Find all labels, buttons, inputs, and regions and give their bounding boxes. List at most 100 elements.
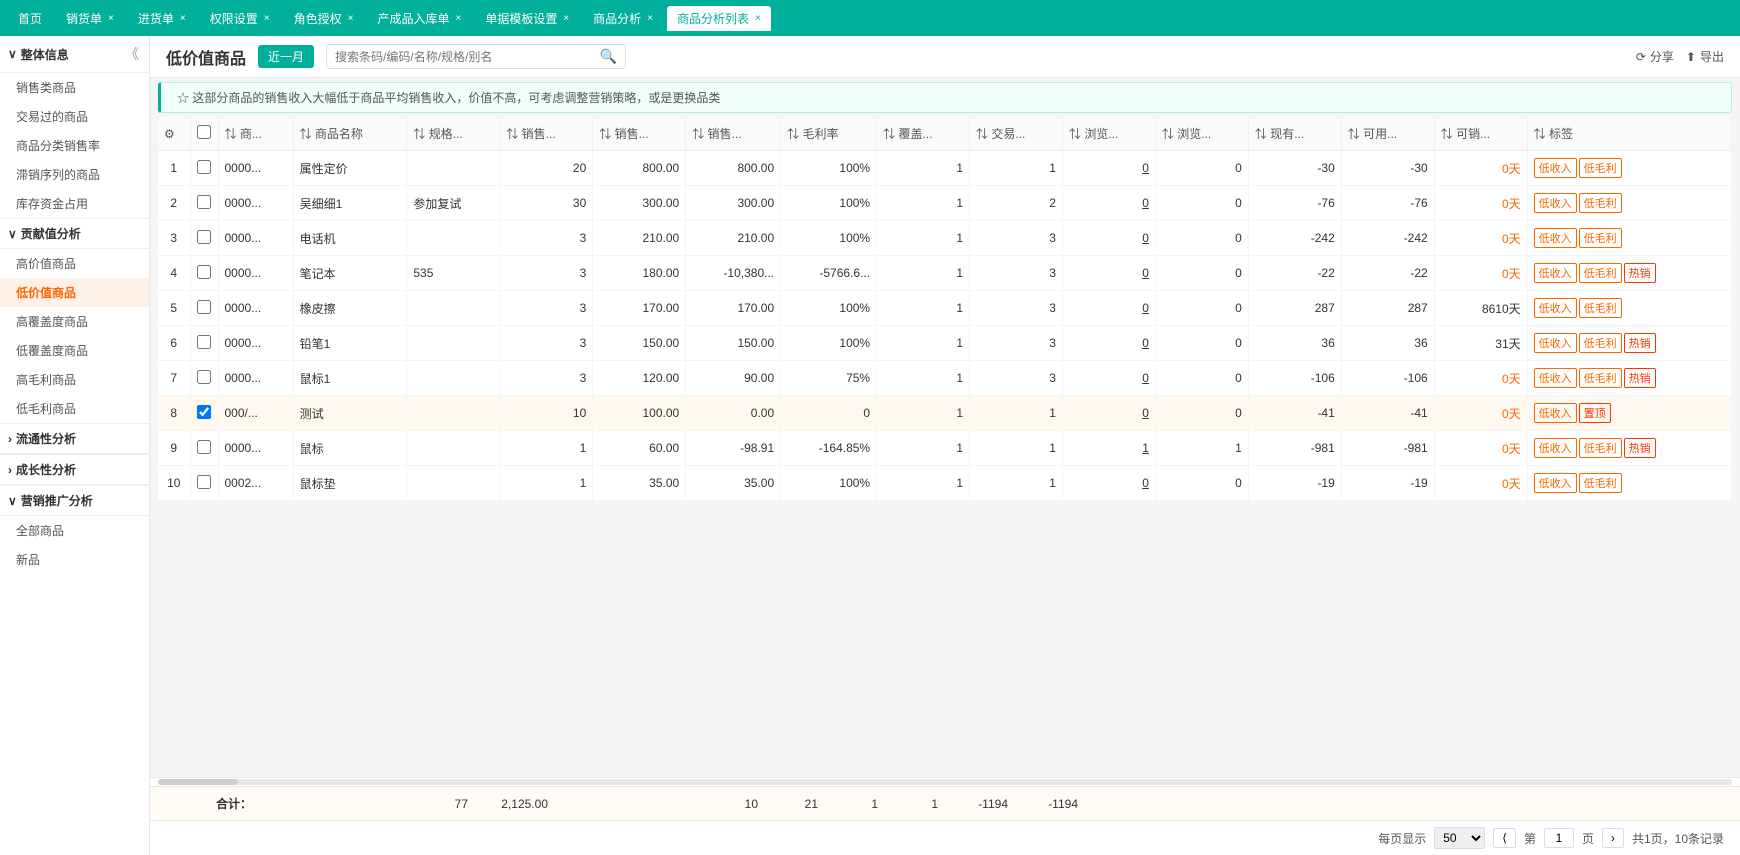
cell-checkbox[interactable]	[190, 151, 218, 186]
cell-browse2: 0	[1155, 326, 1248, 361]
row-checkbox-9[interactable]	[197, 475, 211, 489]
col-spec[interactable]: ⇅ 规格...	[407, 117, 500, 151]
time-filter-button[interactable]: 近一月	[258, 45, 314, 68]
scrollbar-area[interactable]	[150, 778, 1740, 786]
sidebar-item-low-coverage[interactable]: 低覆盖度商品	[0, 336, 149, 365]
browse1-zero[interactable]: 0	[1142, 231, 1149, 245]
browse1-zero[interactable]: 0	[1142, 336, 1149, 350]
col-coverage[interactable]: ⇅ 覆盖...	[877, 117, 970, 151]
cell-checkbox[interactable]	[190, 396, 218, 431]
sidebar-item-sales-products[interactable]: 销售类商品	[0, 73, 149, 102]
col-code[interactable]: ⇅ 商...	[218, 117, 293, 151]
cell-checkbox[interactable]	[190, 221, 218, 256]
row-checkbox-1[interactable]	[197, 195, 211, 209]
nav-product-analysis[interactable]: 商品分析 ×	[583, 6, 663, 31]
per-page-select[interactable]: 50 20 100	[1434, 827, 1485, 849]
cell-sale-amount: 35.00	[686, 466, 781, 501]
table-container[interactable]: ⚙ ⇅ 商... ⇅ 商品名称 ⇅ 规格... ⇅ 销售... ⇅ 销售... …	[150, 117, 1740, 777]
select-all-checkbox[interactable]	[197, 125, 211, 139]
close-product-analysis-list-icon[interactable]: ×	[755, 13, 761, 24]
row-checkbox-2[interactable]	[197, 230, 211, 244]
cell-code: 0000...	[218, 361, 293, 396]
browse1-zero[interactable]: 0	[1142, 301, 1149, 315]
col-checkbox[interactable]	[190, 117, 218, 151]
search-input[interactable]	[335, 50, 600, 64]
col-browse2[interactable]: ⇅ 浏览...	[1155, 117, 1248, 151]
nav-purchase-order[interactable]: 进货单 ×	[128, 6, 196, 31]
row-checkbox-7[interactable]	[197, 405, 211, 419]
browse1-zero[interactable]: 0	[1142, 371, 1149, 385]
row-checkbox-8[interactable]	[197, 440, 211, 454]
close-template-icon[interactable]: ×	[563, 13, 569, 24]
cell-current-stock: -41	[1248, 396, 1341, 431]
col-tag[interactable]: ⇅ 标签	[1527, 117, 1731, 151]
nav-permissions[interactable]: 权限设置 ×	[200, 6, 280, 31]
sidebar-item-low-margin[interactable]: 低毛利商品	[0, 394, 149, 423]
close-role-auth-icon[interactable]: ×	[348, 13, 354, 24]
nav-product-inbound[interactable]: 产成品入库单 ×	[367, 6, 471, 31]
cell-checkbox[interactable]	[190, 256, 218, 291]
cell-checkbox[interactable]	[190, 466, 218, 501]
browse1-zero[interactable]: 0	[1142, 266, 1149, 280]
browse1-zero[interactable]: 0	[1142, 196, 1149, 210]
sidebar-item-low-value[interactable]: 低价值商品	[0, 278, 149, 307]
page-number-input[interactable]	[1544, 828, 1574, 848]
cell-browse1: 0	[1062, 291, 1155, 326]
sidebar-collapse-button[interactable]: 《	[123, 42, 141, 66]
col-available[interactable]: ⇅ 可用...	[1341, 117, 1434, 151]
cell-checkbox[interactable]	[190, 431, 218, 466]
col-current-stock[interactable]: ⇅ 现有...	[1248, 117, 1341, 151]
nav-home[interactable]: 首页	[8, 6, 52, 31]
sidebar-item-high-margin[interactable]: 高毛利商品	[0, 365, 149, 394]
col-settings[interactable]: ⚙	[158, 117, 190, 151]
share-button[interactable]: ⟳ 分享	[1636, 48, 1674, 65]
next-page-button[interactable]: ›	[1602, 828, 1624, 848]
cell-available: 287	[1341, 291, 1434, 326]
export-button[interactable]: ⬆ 导出	[1686, 48, 1724, 65]
col-sale-price[interactable]: ⇅ 销售...	[593, 117, 686, 151]
nav-role-auth[interactable]: 角色授权 ×	[284, 6, 364, 31]
col-trade[interactable]: ⇅ 交易...	[970, 117, 1063, 151]
row-checkbox-0[interactable]	[197, 160, 211, 174]
col-sale-amount[interactable]: ⇅ 销售...	[686, 117, 781, 151]
row-checkbox-4[interactable]	[197, 300, 211, 314]
close-sales-order-icon[interactable]: ×	[108, 13, 114, 24]
sidebar-item-new-products[interactable]: 新品	[0, 545, 149, 574]
row-checkbox-6[interactable]	[197, 370, 211, 384]
row-checkbox-5[interactable]	[197, 335, 211, 349]
sidebar-item-inventory-capital[interactable]: 库存资金占用	[0, 189, 149, 218]
browse1-zero[interactable]: 0	[1142, 476, 1149, 490]
nav-template-settings[interactable]: 单据模板设置 ×	[475, 6, 579, 31]
sidebar-item-category-sales-rate[interactable]: 商品分类销售率	[0, 131, 149, 160]
cell-checkbox[interactable]	[190, 291, 218, 326]
row-checkbox-3[interactable]	[197, 265, 211, 279]
col-gross-margin[interactable]: ⇅ 毛利率	[781, 117, 877, 151]
browse1-zero[interactable]: 0	[1142, 406, 1149, 420]
close-purchase-order-icon[interactable]: ×	[180, 13, 186, 24]
sidebar-item-high-coverage[interactable]: 高覆盖度商品	[0, 307, 149, 336]
sidebar-item-all-products[interactable]: 全部商品	[0, 516, 149, 545]
cell-checkbox[interactable]	[190, 326, 218, 361]
cell-checkbox[interactable]	[190, 186, 218, 221]
scrollbar-track[interactable]	[158, 779, 1732, 785]
col-browse1[interactable]: ⇅ 浏览...	[1062, 117, 1155, 151]
sidebar-item-stagnant-products[interactable]: 滞销序列的商品	[0, 160, 149, 189]
sidebar-item-traded-products[interactable]: 交易过的商品	[0, 102, 149, 131]
sidebar-item-high-value[interactable]: 高价值商品	[0, 249, 149, 278]
cell-browse1[interactable]: 1	[1062, 431, 1155, 466]
browse1-zero[interactable]: 0	[1142, 161, 1149, 175]
browse1-link[interactable]: 1	[1142, 441, 1149, 455]
search-icon[interactable]: 🔍	[600, 48, 617, 65]
scrollbar-thumb[interactable]	[158, 779, 238, 785]
cell-browse1: 0	[1062, 186, 1155, 221]
cell-checkbox[interactable]	[190, 361, 218, 396]
close-product-analysis-icon[interactable]: ×	[647, 13, 653, 24]
close-product-inbound-icon[interactable]: ×	[455, 13, 461, 24]
nav-product-analysis-list[interactable]: 商品分析列表 ×	[667, 6, 771, 31]
close-permissions-icon[interactable]: ×	[264, 13, 270, 24]
col-name[interactable]: ⇅ 商品名称	[293, 117, 407, 151]
nav-sales-order[interactable]: 销货单 ×	[56, 6, 124, 31]
first-page-button[interactable]: ⟨	[1493, 828, 1516, 848]
col-sale-qty[interactable]: ⇅ 销售...	[500, 117, 593, 151]
col-sellable[interactable]: ⇅ 可销...	[1434, 117, 1527, 151]
